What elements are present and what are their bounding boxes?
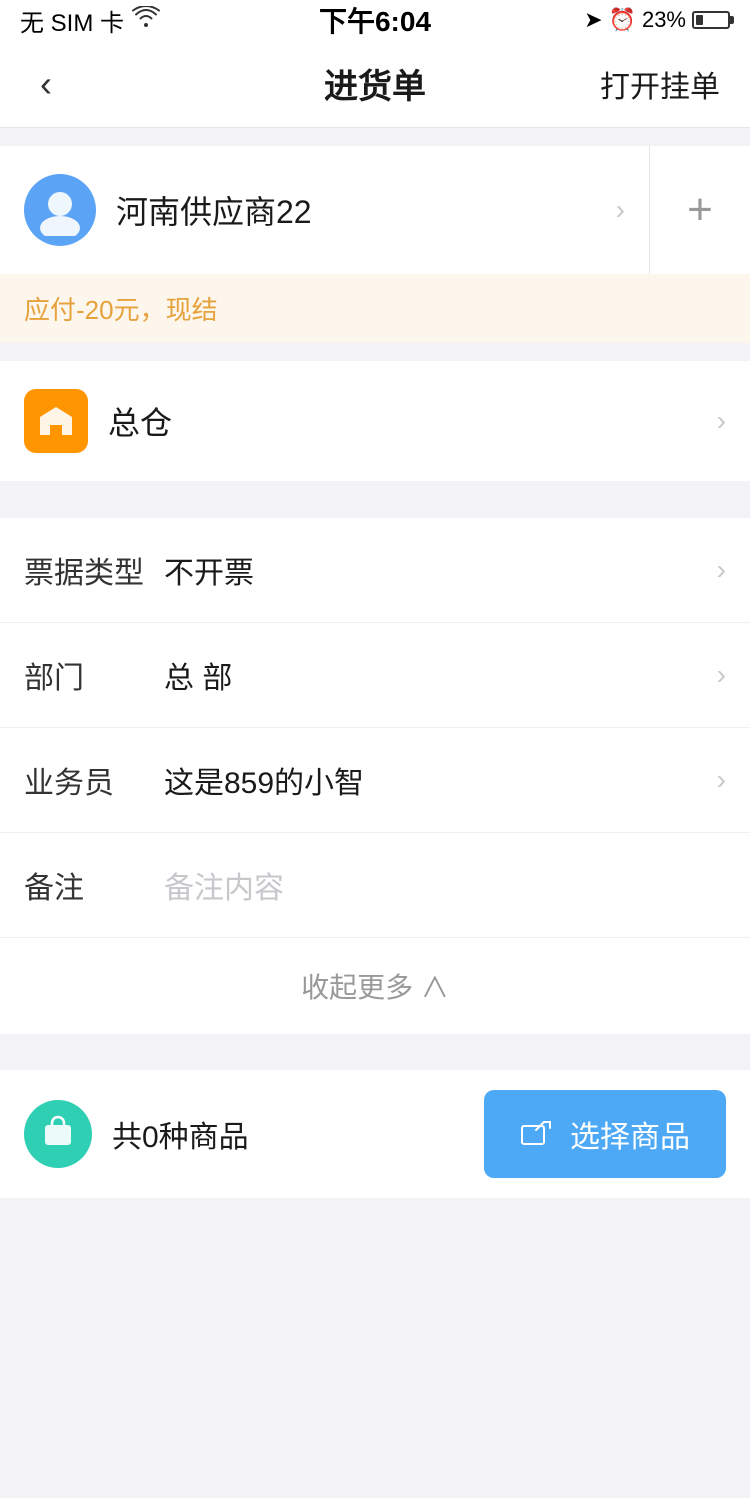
divider-4 (0, 1034, 750, 1052)
product-icon (24, 1100, 92, 1168)
department-label: 部门 (24, 653, 164, 697)
invoice-type-chevron-icon: › (717, 554, 726, 586)
status-left: 无 SIM 卡 (20, 3, 160, 38)
battery-label: 23% (642, 7, 686, 33)
supplier-avatar (24, 174, 96, 246)
warehouse-chevron-icon: › (717, 405, 726, 437)
salesperson-chevron-icon: › (717, 764, 726, 796)
product-count-label: 共0种商品 (112, 1112, 464, 1156)
notice-text: 应付-20元，现结 (24, 295, 218, 325)
page-bottom (0, 1198, 750, 1498)
divider-1 (0, 128, 750, 146)
status-bar: 无 SIM 卡 下午6:04 ➤ ⏰ 23% (0, 0, 750, 40)
supplier-chevron-icon: › (616, 194, 625, 226)
wifi-icon (132, 6, 160, 34)
add-supplier-button[interactable]: + (650, 185, 750, 235)
salesperson-row[interactable]: 业务员 这是859的小智 › (0, 728, 750, 833)
collapse-label: 收起更多 ∧ (301, 966, 449, 1006)
alarm-icon: ⏰ (609, 7, 636, 33)
form-section: 票据类型 不开票 › 部门 总 部 › 业务员 这是859的小智 › 备注 备注… (0, 518, 750, 937)
warehouse-selector[interactable]: 总仓 › (0, 361, 750, 482)
battery-icon (692, 11, 730, 29)
divider-3 (0, 482, 750, 500)
warehouse-icon (24, 389, 88, 453)
status-right: ➤ ⏰ 23% (584, 7, 730, 33)
select-product-label: 选择商品 (570, 1112, 690, 1156)
collapse-button[interactable]: 收起更多 ∧ (0, 937, 750, 1034)
salesperson-value: 这是859的小智 (164, 758, 707, 802)
supplier-name: 河南供应商22 (116, 187, 606, 233)
nav-bar: ‹ 进货单 打开挂单 (0, 40, 750, 128)
location-icon: ➤ (584, 7, 602, 33)
invoice-type-label: 票据类型 (24, 548, 164, 592)
select-product-button[interactable]: 选择商品 (484, 1090, 726, 1178)
warehouse-name: 总仓 (108, 398, 707, 444)
supplier-section: 河南供应商22 › + (0, 146, 750, 274)
back-button[interactable]: ‹ (30, 53, 62, 115)
open-pending-button[interactable]: 打开挂单 (600, 62, 720, 106)
salesperson-label: 业务员 (24, 758, 164, 802)
supplier-selector[interactable]: 河南供应商22 › (0, 146, 650, 274)
notice-bar: 应付-20元，现结 (0, 274, 750, 343)
page-title: 进货单 (324, 59, 426, 108)
department-chevron-icon: › (717, 659, 726, 691)
invoice-type-row[interactable]: 票据类型 不开票 › (0, 518, 750, 623)
remark-row[interactable]: 备注 备注内容 (0, 833, 750, 937)
remark-input[interactable]: 备注内容 (164, 863, 726, 907)
department-value: 总 部 (164, 653, 707, 697)
invoice-type-value: 不开票 (164, 548, 707, 592)
status-time: 下午6:04 (319, 0, 431, 40)
divider-2 (0, 343, 750, 361)
department-row[interactable]: 部门 总 部 › (0, 623, 750, 728)
bottom-bar: 共0种商品 选择商品 (0, 1070, 750, 1198)
carrier-label: 无 SIM 卡 (20, 3, 124, 38)
remark-label: 备注 (24, 863, 164, 907)
